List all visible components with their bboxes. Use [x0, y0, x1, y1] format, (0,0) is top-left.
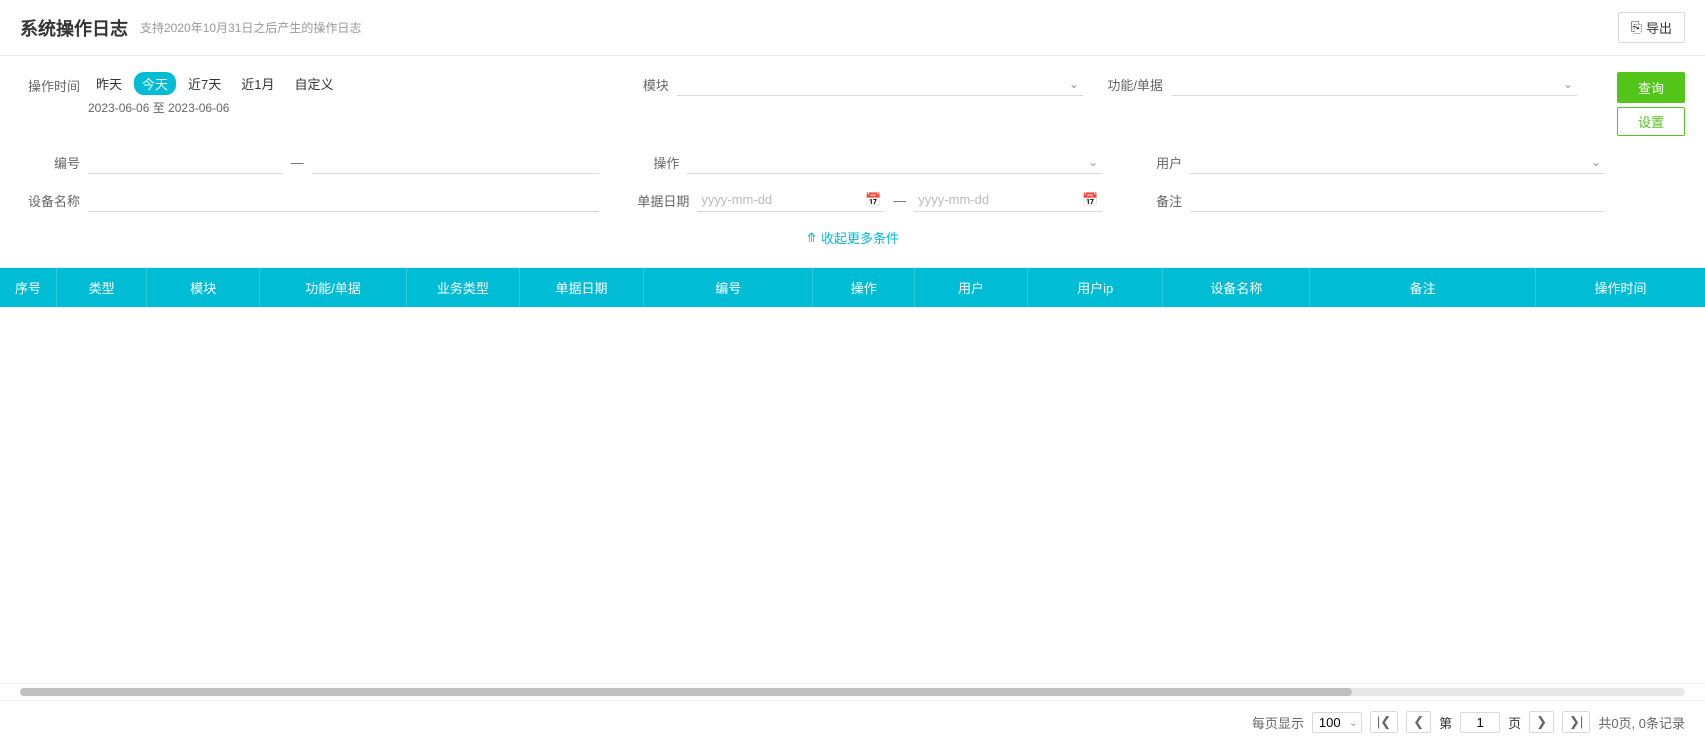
remark-input[interactable]: [1190, 188, 1605, 212]
col-biz-type: 业务类型: [406, 268, 519, 307]
col-voucher-date: 单据日期: [519, 268, 643, 307]
device-input[interactable]: [88, 188, 599, 212]
filter-area: 操作时间 昨天 今天 近7天 近1月 自定义 2023-06-06 至 2023…: [0, 56, 1705, 268]
user-select-wrapper: ⌄: [1190, 150, 1605, 174]
module-select-wrapper: ⌄: [677, 72, 1083, 96]
export-icon: ⎘: [1631, 19, 1642, 36]
col-user: 用户: [915, 268, 1028, 307]
empty-area: [0, 307, 1705, 657]
date-from-input[interactable]: [697, 188, 885, 212]
date-to-wrapper: 📅: [914, 188, 1102, 212]
page-title: 系统操作日志: [20, 15, 128, 41]
header-left: 系统操作日志 支持2020年10月31日之后产生的操作日志: [20, 15, 361, 41]
operation-select[interactable]: [687, 150, 1102, 174]
collapse-label: 收起更多条件: [821, 228, 899, 247]
page-size-wrapper: 100 50 200 ⌄: [1312, 712, 1362, 733]
page-unit: 页: [1508, 713, 1521, 732]
collapse-button[interactable]: ⤊ 收起更多条件: [806, 228, 899, 247]
page-label: 第: [1439, 713, 1452, 732]
page-next-button[interactable]: ❯: [1529, 711, 1554, 733]
number-dash: —: [291, 155, 304, 170]
number-input-to[interactable]: [312, 150, 600, 174]
time-btn-1month[interactable]: 近1月: [233, 72, 282, 95]
date-dash: —: [893, 193, 906, 208]
calendar-from-icon[interactable]: 📅: [865, 192, 881, 208]
time-btn-7days[interactable]: 近7天: [180, 72, 229, 95]
page-subtitle: 支持2020年10月31日之后产生的操作日志: [140, 19, 361, 36]
col-op-time: 操作时间: [1536, 268, 1705, 307]
action-buttons: 查询 设置: [1597, 72, 1685, 136]
user-label: 用户: [1122, 153, 1182, 172]
operation-select-wrapper: ⌄: [687, 150, 1102, 174]
col-user-ip: 用户ip: [1027, 268, 1162, 307]
time-filter-wrapper: 昨天 今天 近7天 近1月 自定义 2023-06-06 至 2023-06-0…: [88, 72, 342, 116]
date-from-wrapper: 📅: [697, 188, 885, 212]
col-function: 功能/单据: [260, 268, 407, 307]
voucher-date-label: 单据日期: [619, 191, 689, 210]
page-header: 系统操作日志 支持2020年10月31日之后产生的操作日志 ⎘ 导出: [0, 0, 1705, 56]
col-type: 类型: [56, 268, 146, 307]
col-index: 序号: [0, 268, 56, 307]
scrollbar-thumb[interactable]: [20, 688, 1352, 696]
query-button[interactable]: 查询: [1617, 72, 1685, 103]
operation-label: 操作: [619, 153, 679, 172]
table-area: 序号 类型 模块 功能/单据 业务类型 单据日期 编号 操作 用户 用户ip 设…: [0, 268, 1705, 683]
col-remark: 备注: [1310, 268, 1536, 307]
page-last-button[interactable]: ❯|: [1562, 711, 1590, 733]
scrollbar-area: [0, 683, 1705, 700]
number-input-from[interactable]: [88, 150, 283, 174]
time-btn-yesterday[interactable]: 昨天: [88, 72, 130, 95]
table-header-row: 序号 类型 模块 功能/单据 业务类型 单据日期 编号 操作 用户 用户ip 设…: [0, 268, 1705, 307]
calendar-to-icon[interactable]: 📅: [1082, 192, 1098, 208]
module-select[interactable]: [677, 72, 1083, 96]
data-table: 序号 类型 模块 功能/单据 业务类型 单据日期 编号 操作 用户 用户ip 设…: [0, 268, 1705, 307]
function-label: 功能/单据: [1103, 75, 1163, 94]
time-filter-label: 操作时间: [20, 76, 80, 95]
page-first-button[interactable]: |❮: [1370, 711, 1398, 733]
settings-button[interactable]: 设置: [1617, 107, 1685, 136]
total-info: 共0页, 0条记录: [1598, 713, 1685, 732]
time-buttons: 昨天 今天 近7天 近1月 自定义: [88, 72, 342, 95]
export-label: 导出: [1646, 18, 1672, 37]
collapse-row: ⤊ 收起更多条件: [20, 220, 1685, 251]
module-label: 模块: [609, 75, 669, 94]
page-size-label: 每页显示: [1252, 713, 1304, 732]
pagination-area: 每页显示 100 50 200 ⌄ |❮ ❮ 第 页 ❯ ❯| 共0页, 0条记…: [0, 700, 1705, 743]
table-header: 序号 类型 模块 功能/单据 业务类型 单据日期 编号 操作 用户 用户ip 设…: [0, 268, 1705, 307]
time-btn-today[interactable]: 今天: [134, 72, 176, 95]
date-to-input[interactable]: [914, 188, 1102, 212]
device-label: 设备名称: [20, 191, 80, 210]
collapse-up-icon: ⤊: [806, 230, 817, 246]
remark-label: 备注: [1122, 191, 1182, 210]
user-select[interactable]: [1190, 150, 1605, 174]
time-btn-custom[interactable]: 自定义: [287, 72, 342, 95]
export-button[interactable]: ⎘ 导出: [1618, 12, 1685, 43]
col-number: 编号: [644, 268, 813, 307]
scrollbar-track[interactable]: [20, 688, 1685, 696]
function-select-wrapper: ⌄: [1171, 72, 1577, 96]
date-range-display: 2023-06-06 至 2023-06-06: [88, 99, 342, 116]
col-operation: 操作: [813, 268, 915, 307]
col-device: 设备名称: [1163, 268, 1310, 307]
number-label: 编号: [20, 153, 80, 172]
page-size-select[interactable]: 100 50 200: [1312, 712, 1362, 733]
function-select[interactable]: [1171, 72, 1577, 96]
page-input[interactable]: [1460, 712, 1500, 733]
col-module: 模块: [147, 268, 260, 307]
page-prev-button[interactable]: ❮: [1406, 711, 1431, 733]
